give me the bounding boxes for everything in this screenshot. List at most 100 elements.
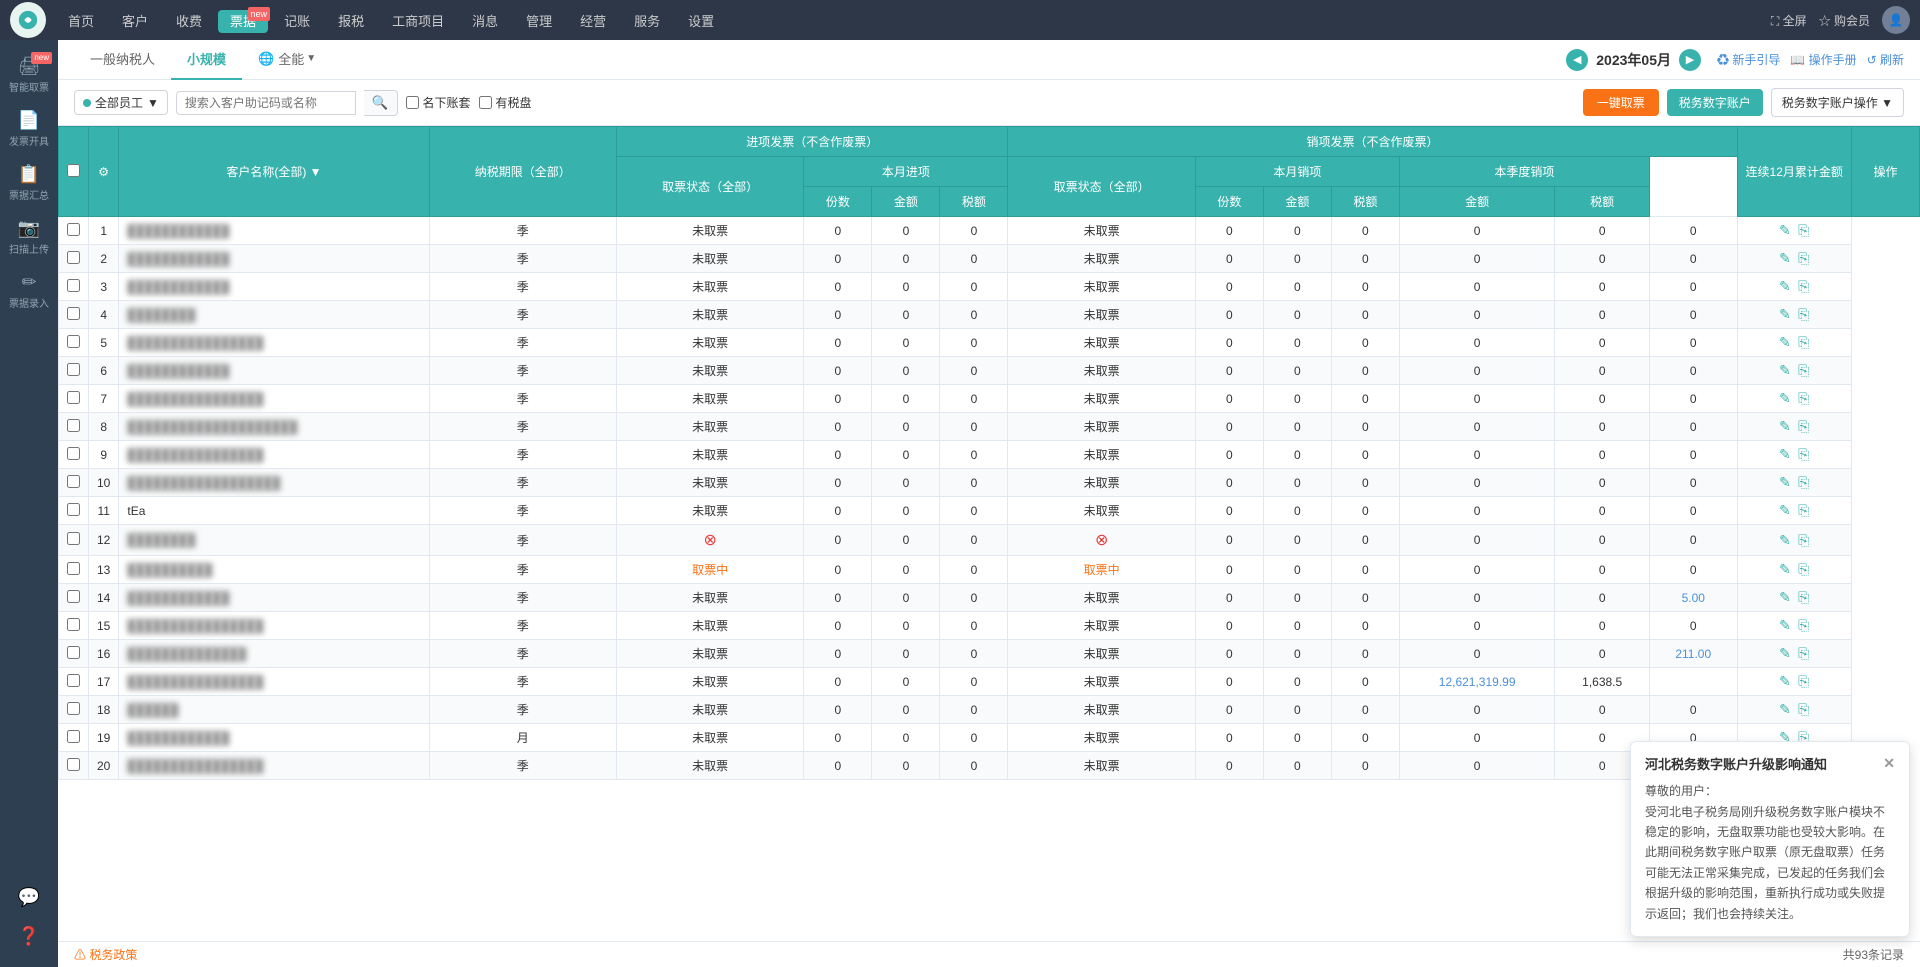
digital-account-ops-btn[interactable]: 税务数字账户操作 ▼ <box>1771 88 1904 117</box>
in-status-header[interactable]: 取票状态（全部） <box>616 157 803 217</box>
vip-btn[interactable]: ☆ 购会员 <box>1819 12 1870 29</box>
nav-manage[interactable]: 管理 <box>514 7 564 34</box>
row-customer-name[interactable]: ████████████ <box>119 584 429 612</box>
nav-fee[interactable]: 收费 <box>164 7 214 34</box>
row-in-status[interactable]: 未取票 <box>616 696 803 724</box>
copy-icon[interactable]: ⎘ <box>1798 532 1809 548</box>
row-customer-name[interactable]: ████████████████ <box>119 329 429 357</box>
row-checkbox[interactable] <box>67 503 80 516</box>
select-all-checkbox[interactable] <box>67 164 80 177</box>
row-checkbox[interactable] <box>67 532 80 545</box>
copy-icon[interactable]: ⎘ <box>1798 362 1809 378</box>
row-checkbox[interactable] <box>67 674 80 687</box>
row-checkbox[interactable] <box>67 618 80 631</box>
row-checkbox[interactable] <box>67 391 80 404</box>
row-customer-name[interactable]: ████████████ <box>119 217 429 245</box>
edit-icon[interactable]: ✎ <box>1779 701 1791 717</box>
row-out-status[interactable]: 未取票 <box>1008 752 1195 780</box>
row-out-status[interactable]: 取票中 <box>1008 556 1195 584</box>
row-customer-name[interactable]: ████████████ <box>119 245 429 273</box>
row-in-status[interactable]: 未取票 <box>616 357 803 385</box>
edit-icon[interactable]: ✎ <box>1779 250 1791 266</box>
copy-icon[interactable]: ⎘ <box>1798 645 1809 661</box>
row-checkbox[interactable] <box>67 758 80 771</box>
row-checkbox[interactable] <box>67 363 80 376</box>
row-customer-name[interactable]: ████████████████ <box>119 752 429 780</box>
copy-icon[interactable]: ⎘ <box>1798 561 1809 577</box>
row-out-status[interactable]: 未取票 <box>1008 640 1195 668</box>
row-customer-name[interactable]: ████████ <box>119 301 429 329</box>
row-in-status[interactable]: 未取票 <box>616 385 803 413</box>
row-customer-name[interactable]: ██████████ <box>119 556 429 584</box>
tax-policy-link[interactable]: ⚠ 税务政策 <box>74 946 137 963</box>
nav-operation[interactable]: 经营 <box>568 7 618 34</box>
nav-settings[interactable]: 设置 <box>676 7 726 34</box>
select-all-header[interactable] <box>59 127 89 217</box>
row-out-status[interactable]: 未取票 <box>1008 441 1195 469</box>
row-out-status[interactable]: 未取票 <box>1008 668 1195 696</box>
edit-icon[interactable]: ✎ <box>1779 474 1791 490</box>
row-in-status[interactable]: 未取票 <box>616 612 803 640</box>
nav-message[interactable]: 消息 <box>460 7 510 34</box>
edit-icon[interactable]: ✎ <box>1779 334 1791 350</box>
row-out-status[interactable]: 未取票 <box>1008 584 1195 612</box>
row-customer-name[interactable]: tEa <box>119 497 429 525</box>
nav-home[interactable]: 首页 <box>56 7 106 34</box>
sidebar-item-entry[interactable]: ✏ 票据录入 <box>0 264 58 318</box>
row-out-status[interactable]: 未取票 <box>1008 497 1195 525</box>
settings-header[interactable]: ⚙ <box>89 127 119 217</box>
edit-icon[interactable]: ✎ <box>1779 673 1791 689</box>
tab-all[interactable]: 🌐 全能 ▼ <box>242 40 332 80</box>
row-checkbox[interactable] <box>67 223 80 236</box>
checkbox-account[interactable] <box>406 96 419 109</box>
row-out-status[interactable]: 未取票 <box>1008 301 1195 329</box>
checkbox-label-account[interactable]: 名下账套 <box>406 94 471 111</box>
one-click-ticket-btn[interactable]: 一键取票 <box>1583 89 1659 116</box>
copy-icon[interactable]: ⎘ <box>1798 502 1809 518</box>
edit-icon[interactable]: ✎ <box>1779 222 1791 238</box>
row-in-status[interactable]: 未取票 <box>616 441 803 469</box>
customer-search-input[interactable] <box>176 91 356 115</box>
copy-icon[interactable]: ⎘ <box>1798 306 1809 322</box>
row-customer-name[interactable]: ██████ <box>119 696 429 724</box>
sidebar-item-smart-ticket[interactable]: 🖨 智能取票 <box>0 48 58 102</box>
tab-small-scale[interactable]: 小规模 <box>171 40 242 80</box>
edit-icon[interactable]: ✎ <box>1779 446 1791 462</box>
row-out-status[interactable]: 未取票 <box>1008 245 1195 273</box>
copy-icon[interactable]: ⎘ <box>1798 446 1809 462</box>
customer-name-header[interactable]: 客户名称(全部) ▼ <box>119 127 429 217</box>
row-in-status[interactable]: 未取票 <box>616 640 803 668</box>
edit-icon[interactable]: ✎ <box>1779 561 1791 577</box>
period-next-btn[interactable]: ▶ <box>1679 49 1701 71</box>
out-status-header[interactable]: 取票状态（全部） <box>1008 157 1195 217</box>
row-in-status[interactable]: 未取票 <box>616 724 803 752</box>
row-in-status[interactable]: 未取票 <box>616 217 803 245</box>
copy-icon[interactable]: ⎘ <box>1798 250 1809 266</box>
nav-tax[interactable]: 报税 <box>326 7 376 34</box>
notif-close-btn[interactable]: ✕ <box>1883 755 1895 772</box>
edit-icon[interactable]: ✎ <box>1779 532 1791 548</box>
row-checkbox[interactable] <box>67 335 80 348</box>
copy-icon[interactable]: ⎘ <box>1798 334 1809 350</box>
row-customer-name[interactable]: ████████████████ <box>119 441 429 469</box>
row-out-status[interactable]: ⊗ <box>1008 525 1195 556</box>
refresh-btn[interactable]: ↺ 刷新 <box>1867 51 1904 68</box>
row-in-status[interactable]: 未取票 <box>616 668 803 696</box>
row-checkbox[interactable] <box>67 307 80 320</box>
row-in-status[interactable]: ⊗ <box>616 525 803 556</box>
nav-business[interactable]: 工商项目 <box>380 7 456 34</box>
row-out-status[interactable]: 未取票 <box>1008 469 1195 497</box>
manual-btn[interactable]: 📖 操作手册 <box>1790 51 1856 68</box>
row-in-status[interactable]: 未取票 <box>616 752 803 780</box>
copy-icon[interactable]: ⎘ <box>1798 617 1809 633</box>
sidebar-item-summary[interactable]: 📋 票据汇总 <box>0 156 58 210</box>
row-checkbox[interactable] <box>67 730 80 743</box>
edit-icon[interactable]: ✎ <box>1779 306 1791 322</box>
row-out-status[interactable]: 未取票 <box>1008 413 1195 441</box>
row-out-status[interactable]: 未取票 <box>1008 696 1195 724</box>
user-avatar[interactable]: 👤 <box>1882 6 1910 34</box>
period-prev-btn[interactable]: ◀ <box>1566 49 1588 71</box>
nav-bookkeep[interactable]: 记账 <box>272 7 322 34</box>
row-customer-name[interactable]: ██████████████████ <box>119 469 429 497</box>
edit-icon[interactable]: ✎ <box>1779 502 1791 518</box>
